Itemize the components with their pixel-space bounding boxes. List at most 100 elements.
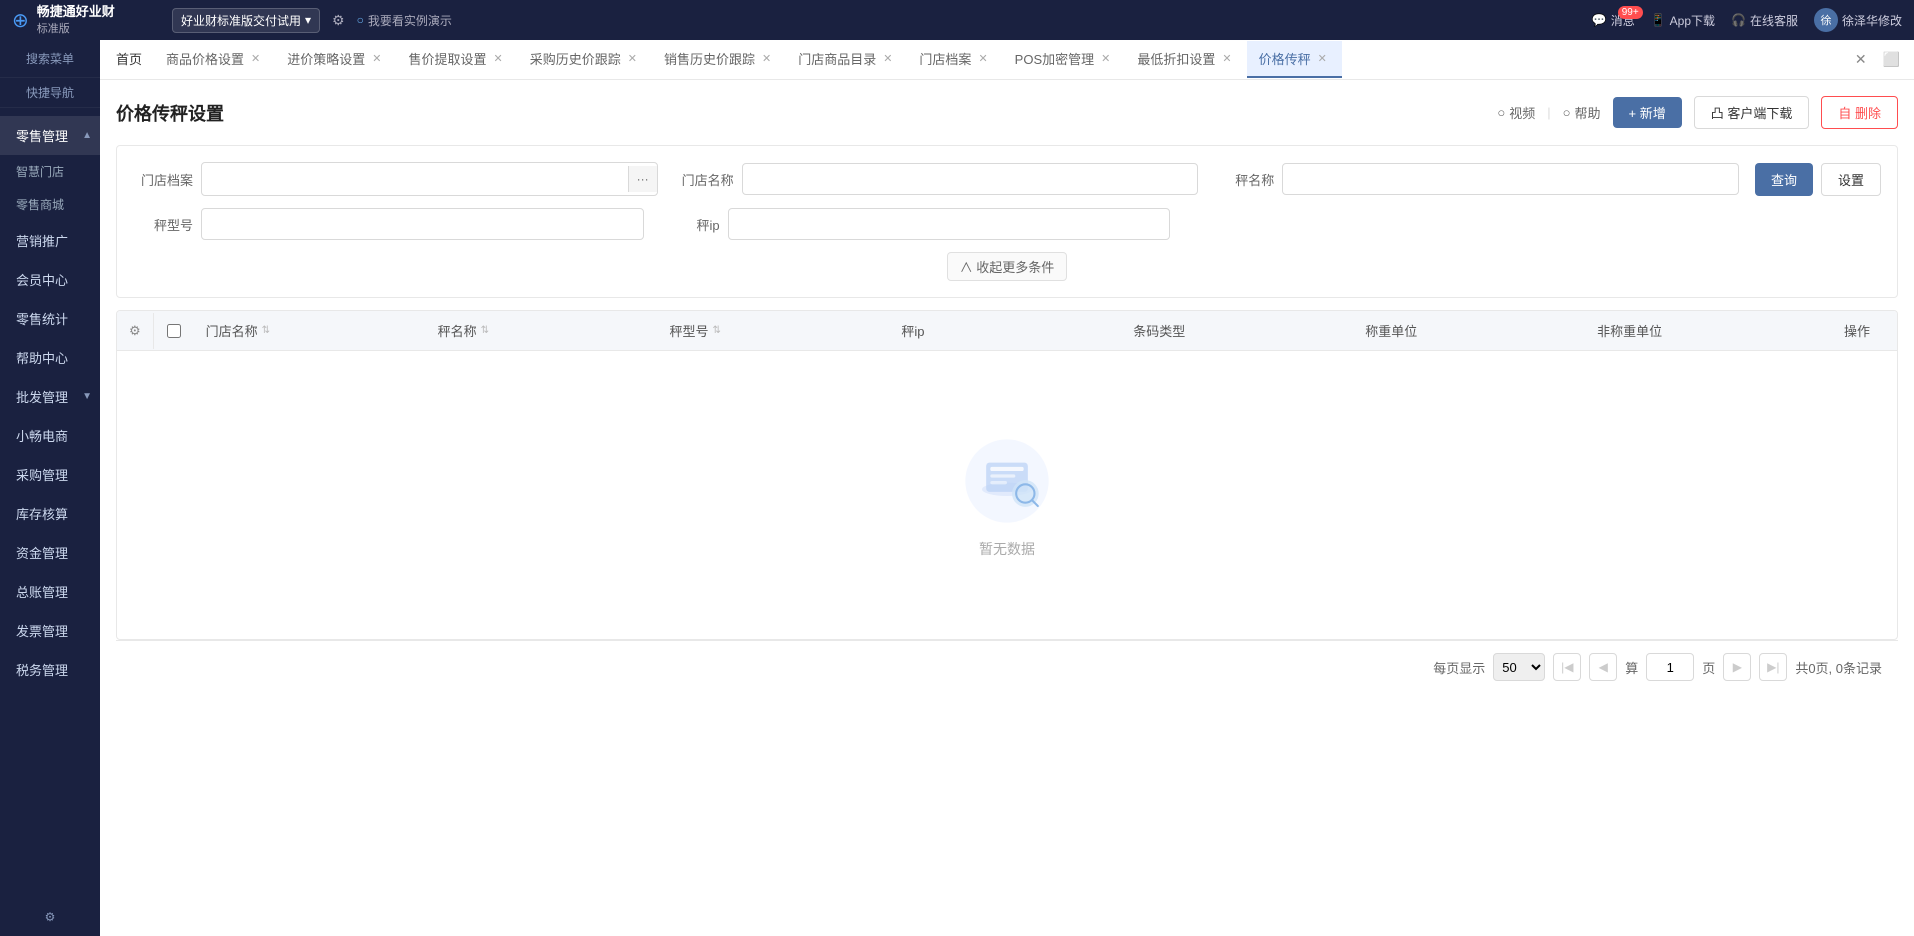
first-page-button[interactable]: |◀	[1553, 653, 1581, 681]
prev-page-button[interactable]: ◀	[1589, 653, 1617, 681]
version-settings-button[interactable]: ⚙	[328, 8, 349, 33]
tab-price-settings-label: 商品价格设置	[166, 49, 244, 68]
online-service-button[interactable]: 🎧 在线客服	[1731, 12, 1798, 29]
per-page-select[interactable]: 50 10 20 100	[1493, 653, 1545, 681]
tab-sale-price-close[interactable]: ✕	[491, 51, 506, 66]
avatar: 徐	[1814, 8, 1838, 32]
tab-min-discount-close[interactable]: ✕	[1219, 51, 1234, 66]
sidebar: 搜索菜单 快捷导航 零售管理 ▲ 智慧门店 零售商城 营销推广 会员中心 零售统…	[0, 40, 100, 936]
sidebar-item-marketing[interactable]: 营销推广	[0, 221, 100, 260]
tab-store-files[interactable]: 门店档案 ✕	[907, 41, 1002, 78]
help-link[interactable]: ○ 帮助	[1563, 103, 1601, 122]
sort-store-name-icon[interactable]: ⇅	[262, 325, 270, 336]
th-non-weight-unit-label: 非称重单位	[1597, 321, 1662, 340]
sidebar-item-tax[interactable]: 税务管理	[0, 650, 100, 689]
th-scale-name: 秤名称 ⇅	[426, 311, 658, 350]
page-header: 价格传秤设置 ○ 视频 | ○ 帮助 + 新增 凸 客户端下载 自	[116, 96, 1898, 129]
scale-name-input[interactable]	[1282, 163, 1739, 195]
sort-scale-model-icon[interactable]: ⇅	[712, 325, 720, 336]
video-link[interactable]: ○ 视频	[1497, 103, 1535, 122]
th-scale-model-label: 秤型号	[669, 321, 708, 340]
sidebar-item-help[interactable]: 帮助中心	[0, 338, 100, 377]
download-button[interactable]: 凸 客户端下载	[1694, 96, 1810, 129]
settings-inline-button[interactable]: 设置	[1821, 163, 1881, 196]
sidebar-item-inventory[interactable]: 库存核算	[0, 494, 100, 533]
version-label: 好业财标准版交付试用	[181, 12, 301, 29]
sidebar-item-retail-stats[interactable]: 零售统计	[0, 299, 100, 338]
tab-price-scale[interactable]: 价格传秤 ✕	[1247, 41, 1342, 78]
scale-ip-label: 秤ip	[660, 215, 720, 234]
tab-price-settings[interactable]: 商品价格设置 ✕	[154, 41, 275, 78]
sort-scale-name-icon[interactable]: ⇅	[481, 325, 489, 336]
tab-purchase-history-close[interactable]: ✕	[625, 51, 640, 66]
sidebar-item-wholesale[interactable]: 批发管理 ▼	[0, 377, 100, 416]
delete-button[interactable]: 自 删除	[1821, 96, 1898, 129]
total-info: 共0页, 0条记录	[1795, 658, 1882, 677]
add-button[interactable]: + 新增	[1613, 97, 1682, 128]
maximize-button[interactable]: ⬜	[1877, 47, 1906, 72]
tab-price-scale-close[interactable]: ✕	[1315, 51, 1330, 66]
help-circle-icon: ○	[1563, 105, 1571, 120]
table-column-settings-icon[interactable]: ⚙	[117, 313, 154, 349]
pagination: 每页显示 50 10 20 100 |◀ ◀ 算 页 ▶ ▶| 共0页, 0条记…	[116, 640, 1898, 693]
sidebar-settings-button[interactable]: ⚙	[0, 898, 100, 936]
demo-link[interactable]: ○ 我要看实例演示	[357, 12, 452, 29]
select-all-checkbox[interactable]	[167, 324, 181, 338]
tab-price-settings-close[interactable]: ✕	[248, 51, 263, 66]
page-header-actions: ○ 视频 | ○ 帮助 + 新增 凸 客户端下载 自 删除	[1497, 96, 1898, 129]
search-form: 门店档案 ··· 门店名称 秤名称	[116, 145, 1898, 298]
close-all-tabs-button[interactable]: ✕	[1849, 47, 1873, 72]
tab-pos-encrypt[interactable]: POS加密管理 ✕	[1003, 41, 1126, 78]
video-icon: ○	[1497, 105, 1505, 120]
page-number-input[interactable]	[1646, 653, 1694, 681]
tab-min-discount[interactable]: 最低折扣设置 ✕	[1125, 41, 1246, 78]
tab-sale-history-label: 销售历史价跟踪	[664, 49, 755, 68]
tab-store-files-close[interactable]: ✕	[975, 51, 990, 66]
user-menu[interactable]: 徐 徐泽华修改	[1814, 8, 1902, 32]
sidebar-item-tax-label: 税务管理	[16, 660, 68, 679]
sidebar-item-member[interactable]: 会员中心	[0, 260, 100, 299]
search-button[interactable]: 查询	[1755, 163, 1813, 196]
next-page-button[interactable]: ▶	[1723, 653, 1751, 681]
tab-purchase-history[interactable]: 采购历史价跟踪 ✕	[518, 41, 652, 78]
store-file-input[interactable]	[202, 163, 628, 195]
sidebar-item-ledger[interactable]: 总账管理	[0, 572, 100, 611]
username-label: 徐泽华修改	[1842, 12, 1902, 29]
tab-purchase-history-label: 采购历史价跟踪	[530, 49, 621, 68]
collapse-button[interactable]: ∧ 收起更多条件	[947, 252, 1068, 281]
sidebar-item-smart-store[interactable]: 智慧门店	[0, 155, 100, 188]
version-selector[interactable]: 好业财标准版交付试用 ▾	[172, 8, 320, 33]
sidebar-item-retail[interactable]: 零售管理 ▲	[0, 116, 100, 155]
tab-pos-encrypt-close[interactable]: ✕	[1098, 51, 1113, 66]
tab-store-catalog[interactable]: 门店商品目录 ✕	[786, 41, 907, 78]
store-name-field: 门店名称	[674, 163, 1199, 195]
sidebar-item-finance[interactable]: 资金管理	[0, 533, 100, 572]
scale-model-input[interactable]	[201, 208, 644, 240]
app-download-button[interactable]: 📱 App下载	[1651, 12, 1715, 29]
gear-icon: ⚙	[45, 910, 56, 924]
tab-sale-history[interactable]: 销售历史价跟踪 ✕	[652, 41, 786, 78]
sidebar-item-purchase[interactable]: 采购管理	[0, 455, 100, 494]
last-page-button[interactable]: ▶|	[1759, 653, 1787, 681]
tab-purchase-strategy-close[interactable]: ✕	[369, 51, 384, 66]
sidebar-item-retail-mall[interactable]: 零售商城	[0, 188, 100, 221]
tab-purchase-strategy[interactable]: 进价策略设置 ✕	[275, 41, 396, 78]
tab-sale-price[interactable]: 售价提取设置 ✕	[396, 41, 517, 78]
sidebar-search[interactable]: 搜索菜单	[0, 40, 100, 78]
scale-ip-input[interactable]	[728, 208, 1171, 240]
tab-home[interactable]: 首页	[104, 41, 154, 78]
empty-illustration	[957, 431, 1057, 531]
message-button[interactable]: 💬 消息 99+	[1592, 12, 1635, 29]
store-name-input[interactable]	[742, 163, 1199, 195]
form-row-1: 门店档案 ··· 门店名称 秤名称	[133, 162, 1881, 196]
sidebar-item-invoice[interactable]: 发票管理	[0, 611, 100, 650]
tab-store-catalog-close[interactable]: ✕	[880, 51, 895, 66]
store-file-browse-button[interactable]: ···	[628, 166, 657, 192]
table-header: ⚙ 门店名称 ⇅ 秤名称 ⇅ 秤型号	[117, 311, 1897, 351]
sidebar-item-ecom[interactable]: 小畅电商	[0, 416, 100, 455]
scale-model-label: 秤型号	[133, 215, 193, 234]
sidebar-item-help-label: 帮助中心	[16, 348, 68, 367]
sidebar-quick-nav[interactable]: 快捷导航	[0, 78, 100, 108]
tab-sale-history-close[interactable]: ✕	[759, 51, 774, 66]
th-scale-ip: 秤ip	[889, 311, 1121, 350]
